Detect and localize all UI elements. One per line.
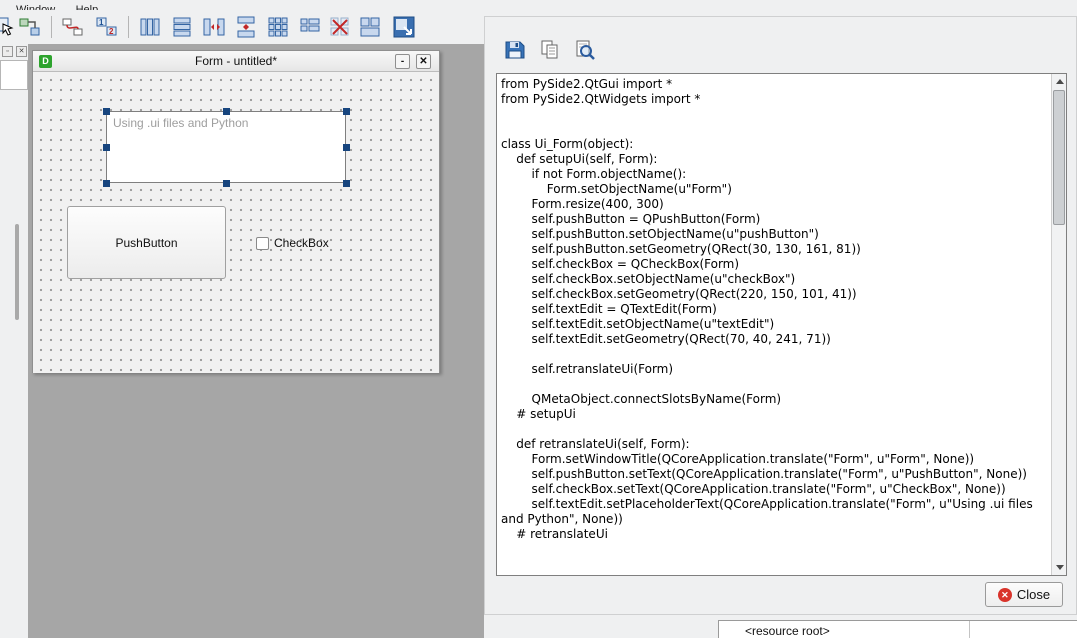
- resize-handle-bottom-center[interactable]: [223, 180, 230, 187]
- dialog-toolbar: [502, 37, 598, 63]
- dock-scrollbar[interactable]: [15, 224, 19, 320]
- close-circle-icon: ✕: [998, 588, 1012, 602]
- splitter-horizontal-icon[interactable]: [201, 14, 227, 40]
- find-icon[interactable]: [572, 37, 598, 63]
- main-toolbar: 12: [0, 10, 484, 44]
- layout-vertical-icon[interactable]: [169, 14, 195, 40]
- dock-float-button[interactable]: ▫: [2, 46, 13, 57]
- widget-filter-box[interactable]: [0, 60, 28, 90]
- designer-form-icon: D: [39, 55, 52, 68]
- edit-widgets-icon[interactable]: [0, 14, 17, 40]
- qt-designer-window: Window Help 12: [0, 0, 1077, 638]
- layout-form-icon[interactable]: [297, 14, 323, 40]
- svg-text:1: 1: [99, 18, 104, 27]
- code-preview-dialog: from PySide2.QtGui import * from PySide2…: [484, 16, 1077, 615]
- edit-tab-order-icon[interactable]: 12: [94, 14, 120, 40]
- toolbar-separator: [128, 16, 129, 38]
- form-window-title: Form - untitled*: [33, 54, 439, 68]
- code-text[interactable]: from PySide2.QtGui import * from PySide2…: [497, 74, 1066, 545]
- simplify-grid-icon[interactable]: [357, 14, 383, 40]
- resize-handle-mid-left[interactable]: [103, 144, 110, 151]
- form-editor-window: D Form - untitled* - ✕ Using .ui files a…: [32, 50, 440, 373]
- resize-handle-top-left[interactable]: [103, 108, 110, 115]
- scroll-up-icon[interactable]: [1052, 74, 1067, 89]
- scrollbar-thumb[interactable]: [1053, 90, 1065, 225]
- dialog-close-button[interactable]: ✕ Close: [985, 582, 1063, 607]
- close-button-label: Close: [1017, 587, 1050, 602]
- dock-close-button[interactable]: ✕: [16, 46, 27, 57]
- edit-signals-slots-icon[interactable]: [17, 14, 43, 40]
- resize-handle-top-center[interactable]: [223, 108, 230, 115]
- edit-buddies-icon[interactable]: [60, 14, 86, 40]
- layout-horizontal-icon[interactable]: [137, 14, 163, 40]
- menu-bar: Window Help: [0, 0, 484, 10]
- resize-handle-bottom-right[interactable]: [343, 180, 350, 187]
- column-divider: [969, 621, 970, 638]
- checkbox-widget[interactable]: CheckBox: [256, 236, 329, 250]
- vertical-scrollbar[interactable]: [1051, 74, 1066, 575]
- textedit-placeholder: Using .ui files and Python: [107, 112, 345, 134]
- pushbutton-widget[interactable]: PushButton: [67, 206, 226, 279]
- form-window-titlebar[interactable]: D Form - untitled* - ✕: [33, 51, 439, 72]
- break-layout-icon[interactable]: [327, 14, 353, 40]
- left-dock-panel: ▫ ✕: [0, 44, 28, 638]
- checkbox-label: CheckBox: [274, 236, 329, 250]
- copy-icon[interactable]: [537, 37, 563, 63]
- code-view[interactable]: from PySide2.QtGui import * from PySide2…: [496, 73, 1067, 576]
- resize-handle-bottom-left[interactable]: [103, 180, 110, 187]
- textedit-widget[interactable]: Using .ui files and Python: [106, 111, 346, 183]
- layout-grid-icon[interactable]: [265, 14, 291, 40]
- splitter-vertical-icon[interactable]: [233, 14, 259, 40]
- close-button[interactable]: ✕: [416, 54, 431, 69]
- form-canvas[interactable]: Using .ui files and Python PushButton Ch…: [33, 72, 439, 373]
- minimize-button[interactable]: -: [395, 54, 410, 69]
- toolbar-separator: [51, 16, 52, 38]
- mdi-workspace: D Form - untitled* - ✕ Using .ui files a…: [28, 44, 484, 638]
- resize-handle-mid-right[interactable]: [343, 144, 350, 151]
- resource-browser-panel: <resource root>: [718, 620, 1077, 638]
- checkbox-indicator[interactable]: [256, 237, 269, 250]
- resize-handle-top-right[interactable]: [343, 108, 350, 115]
- resource-root-item[interactable]: <resource root>: [745, 624, 830, 638]
- adjust-size-icon[interactable]: [391, 14, 417, 40]
- save-icon[interactable]: [502, 37, 528, 63]
- svg-text:2: 2: [109, 27, 114, 36]
- scroll-down-icon[interactable]: [1052, 560, 1067, 575]
